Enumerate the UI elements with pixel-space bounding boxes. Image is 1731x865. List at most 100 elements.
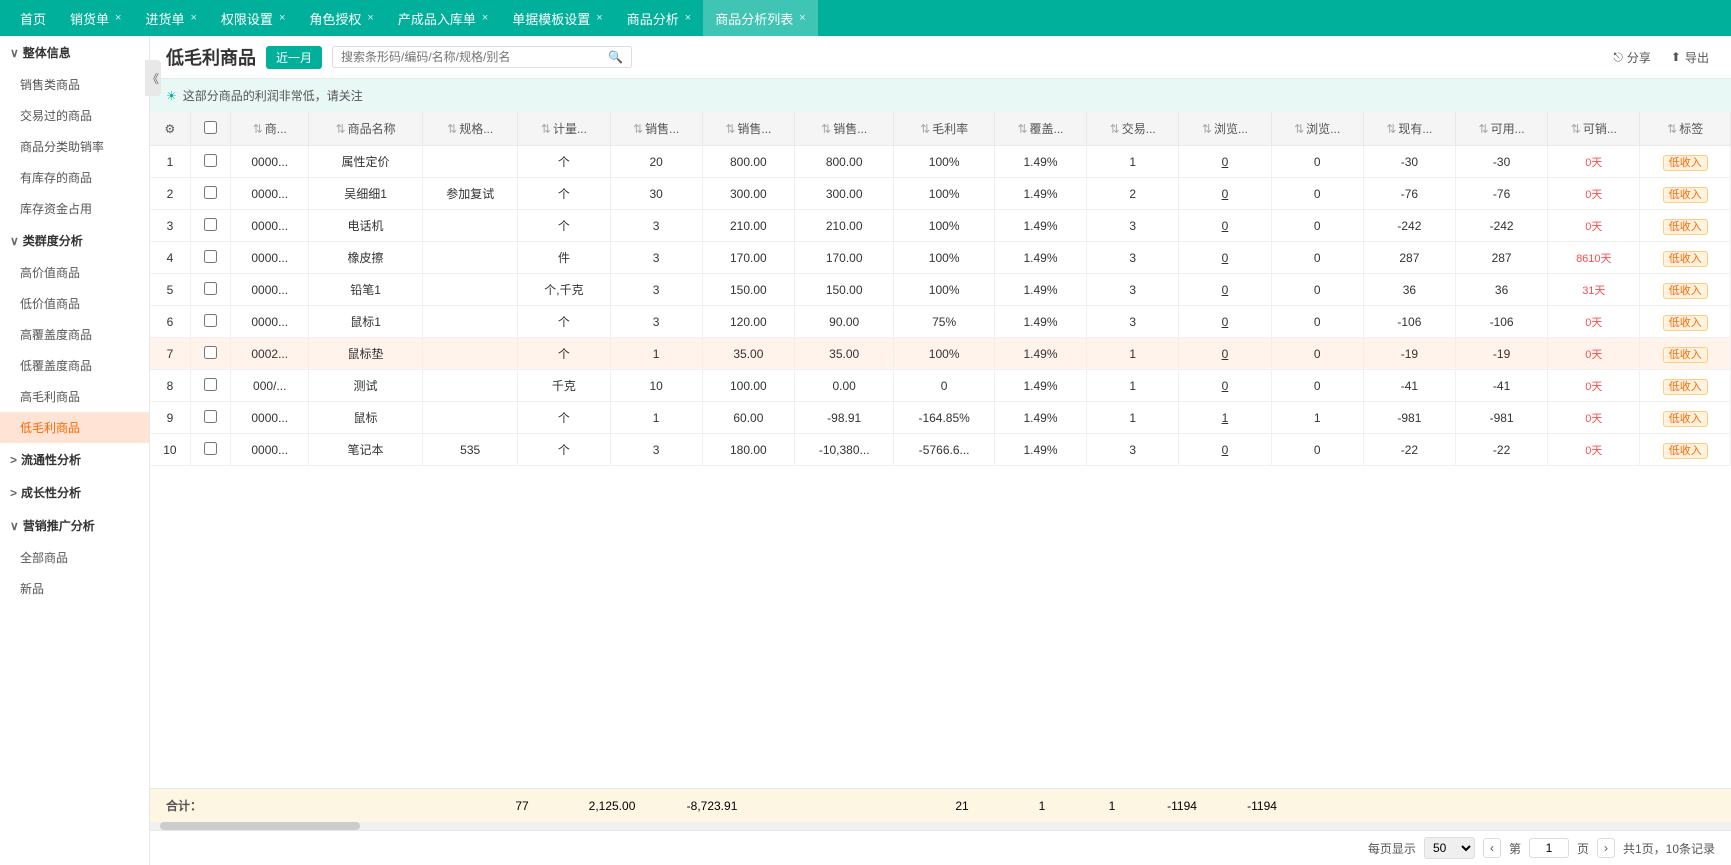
col-header-view1[interactable]: ⇅浏览...: [1179, 112, 1271, 146]
col-label-sales_profit: 销售...: [833, 120, 867, 137]
col-header-unit[interactable]: ⇅计量...: [518, 112, 610, 146]
view1-link[interactable]: 0: [1222, 187, 1229, 201]
sidebar-group-流通性分析[interactable]: >流通性分析: [0, 443, 149, 476]
nav-close-icon[interactable]: ×: [367, 12, 373, 24]
cell-view1: 0: [1179, 306, 1271, 338]
view1-link[interactable]: 0: [1222, 379, 1229, 393]
sort-icon: ⇅: [821, 122, 831, 136]
nav-item-销货单[interactable]: 销货单×: [58, 0, 133, 36]
sidebar-item-高价值商品[interactable]: 高价值商品: [0, 257, 149, 288]
view1-link[interactable]: 1: [1222, 411, 1229, 425]
table-scroll-bar[interactable]: [150, 822, 1731, 830]
col-header-sales_qty[interactable]: ⇅销售...: [610, 112, 702, 146]
sidebar-item-全部商品[interactable]: 全部商品: [0, 542, 149, 573]
nav-item-产成品入库单[interactable]: 产成品入库单×: [386, 0, 500, 36]
nav-item-商品分析列表[interactable]: 商品分析列表×: [703, 0, 817, 36]
nav-item-角色授权[interactable]: 角色授权×: [297, 0, 385, 36]
share-btn[interactable]: ⎋ 分享: [1607, 46, 1657, 69]
sidebar-group-整体信息[interactable]: ∨整体信息: [0, 36, 149, 69]
table-row: 30000...电话机个3210.00210.00100%1.49%300-24…: [150, 210, 1731, 242]
search-input[interactable]: [341, 50, 608, 64]
col-header-coverage[interactable]: ⇅覆盖...: [994, 112, 1086, 146]
next-page-btn[interactable]: ›: [1597, 838, 1615, 858]
col-header-spec[interactable]: ⇅规格...: [423, 112, 518, 146]
view1-link[interactable]: 0: [1222, 251, 1229, 265]
row-checkbox[interactable]: [204, 346, 217, 359]
view1-link[interactable]: 0: [1222, 315, 1229, 329]
export-btn[interactable]: ⬆ 导出: [1665, 46, 1715, 69]
row-checkbox[interactable]: [204, 378, 217, 391]
scroll-thumb[interactable]: [160, 822, 360, 830]
sidebar-item-销售类商品[interactable]: 销售类商品: [0, 69, 149, 100]
col-header-margin[interactable]: ⇅毛利率: [894, 112, 994, 146]
sidebar-item-低覆盖度商品[interactable]: 低覆盖度商品: [0, 350, 149, 381]
per-page-select[interactable]: 50 20 100: [1424, 837, 1475, 859]
cell-view1: 0: [1179, 274, 1271, 306]
view1-link[interactable]: 0: [1222, 283, 1229, 297]
sidebar-item-低价值商品[interactable]: 低价值商品: [0, 288, 149, 319]
sidebar-item-库存资金占用[interactable]: 库存资金占用: [0, 193, 149, 224]
collapse-icon: 《: [147, 70, 159, 87]
nav-item-权限设置[interactable]: 权限设置×: [209, 0, 297, 36]
sidebar-group-营销推广分析[interactable]: ∨营销推广分析: [0, 509, 149, 542]
nav-close-icon[interactable]: ×: [799, 12, 805, 24]
sidebar-item-有库存的商品[interactable]: 有库存的商品: [0, 162, 149, 193]
col-header-name[interactable]: ⇅商品名称: [309, 112, 423, 146]
sidebar-item-商品分类助销率[interactable]: 商品分类助销率: [0, 131, 149, 162]
view1-link[interactable]: 0: [1222, 443, 1229, 457]
view1-link[interactable]: 0: [1222, 219, 1229, 233]
cell-no: 7: [150, 338, 190, 370]
row-checkbox[interactable]: [204, 154, 217, 167]
sidebar-item-新品[interactable]: 新品: [0, 573, 149, 604]
row-checkbox[interactable]: [204, 410, 217, 423]
search-icon[interactable]: 🔍: [608, 50, 623, 64]
sidebar-item-低毛利商品[interactable]: 低毛利商品: [0, 412, 149, 443]
col-header-sales_profit[interactable]: ⇅销售...: [794, 112, 893, 146]
sidebar-group-成长性分析[interactable]: >成长性分析: [0, 476, 149, 509]
page-number-input[interactable]: [1529, 838, 1569, 858]
cell-days_salable: 0天: [1548, 146, 1640, 178]
nav-item-单据模板设置[interactable]: 单据模板设置×: [500, 0, 614, 36]
sidebar-collapse-btn[interactable]: 《: [145, 60, 161, 96]
cell-sales_profit: 150.00: [794, 274, 893, 306]
col-header-code[interactable]: ⇅商...: [231, 112, 309, 146]
nav-close-icon[interactable]: ×: [115, 12, 121, 24]
cell-stock_current: -22: [1363, 434, 1455, 466]
row-checkbox[interactable]: [204, 282, 217, 295]
nav-close-icon[interactable]: ×: [482, 12, 488, 24]
col-header-settings[interactable]: ⚙: [150, 112, 190, 146]
sidebar-group-类群度分析[interactable]: ∨类群度分析: [0, 224, 149, 257]
cell-view2: 0: [1271, 370, 1363, 402]
view1-link[interactable]: 0: [1222, 347, 1229, 361]
nav-close-icon[interactable]: ×: [685, 12, 691, 24]
sidebar-item-高覆盖度商品[interactable]: 高覆盖度商品: [0, 319, 149, 350]
row-checkbox[interactable]: [204, 314, 217, 327]
nav-item-首页[interactable]: 首页: [8, 0, 58, 36]
view1-link[interactable]: 0: [1222, 155, 1229, 169]
nav-item-进货单[interactable]: 进货单×: [133, 0, 208, 36]
cell-sales_amt: 35.00: [702, 338, 794, 370]
col-header-trade_count[interactable]: ⇅交易...: [1087, 112, 1179, 146]
nav-close-icon[interactable]: ×: [279, 12, 285, 24]
sidebar-item-交易过的商品[interactable]: 交易过的商品: [0, 100, 149, 131]
col-header-checkbox[interactable]: [190, 112, 231, 146]
col-header-days_salable[interactable]: ⇅可销...: [1548, 112, 1640, 146]
col-header-stock_current[interactable]: ⇅现有...: [1363, 112, 1455, 146]
col-header-view2[interactable]: ⇅浏览...: [1271, 112, 1363, 146]
nav-close-icon[interactable]: ×: [596, 12, 602, 24]
col-header-tag[interactable]: ⇅标签: [1640, 112, 1731, 146]
col-label-stock_current: 现有...: [1398, 120, 1432, 137]
nav-close-icon[interactable]: ×: [190, 12, 196, 24]
select-all-checkbox[interactable]: [204, 121, 217, 134]
col-header-sales_amt[interactable]: ⇅销售...: [702, 112, 794, 146]
filter-btn[interactable]: 近一月: [266, 46, 322, 69]
prev-page-btn[interactable]: ‹: [1483, 838, 1501, 858]
col-header-stock_avail[interactable]: ⇅可用...: [1455, 112, 1547, 146]
row-checkbox[interactable]: [204, 218, 217, 231]
row-checkbox[interactable]: [204, 250, 217, 263]
nav-item-商品分析[interactable]: 商品分析×: [615, 0, 703, 36]
sort-icon: ⇅: [1571, 122, 1581, 136]
sidebar-item-高毛利商品[interactable]: 高毛利商品: [0, 381, 149, 412]
row-checkbox[interactable]: [204, 442, 217, 455]
row-checkbox[interactable]: [204, 186, 217, 199]
